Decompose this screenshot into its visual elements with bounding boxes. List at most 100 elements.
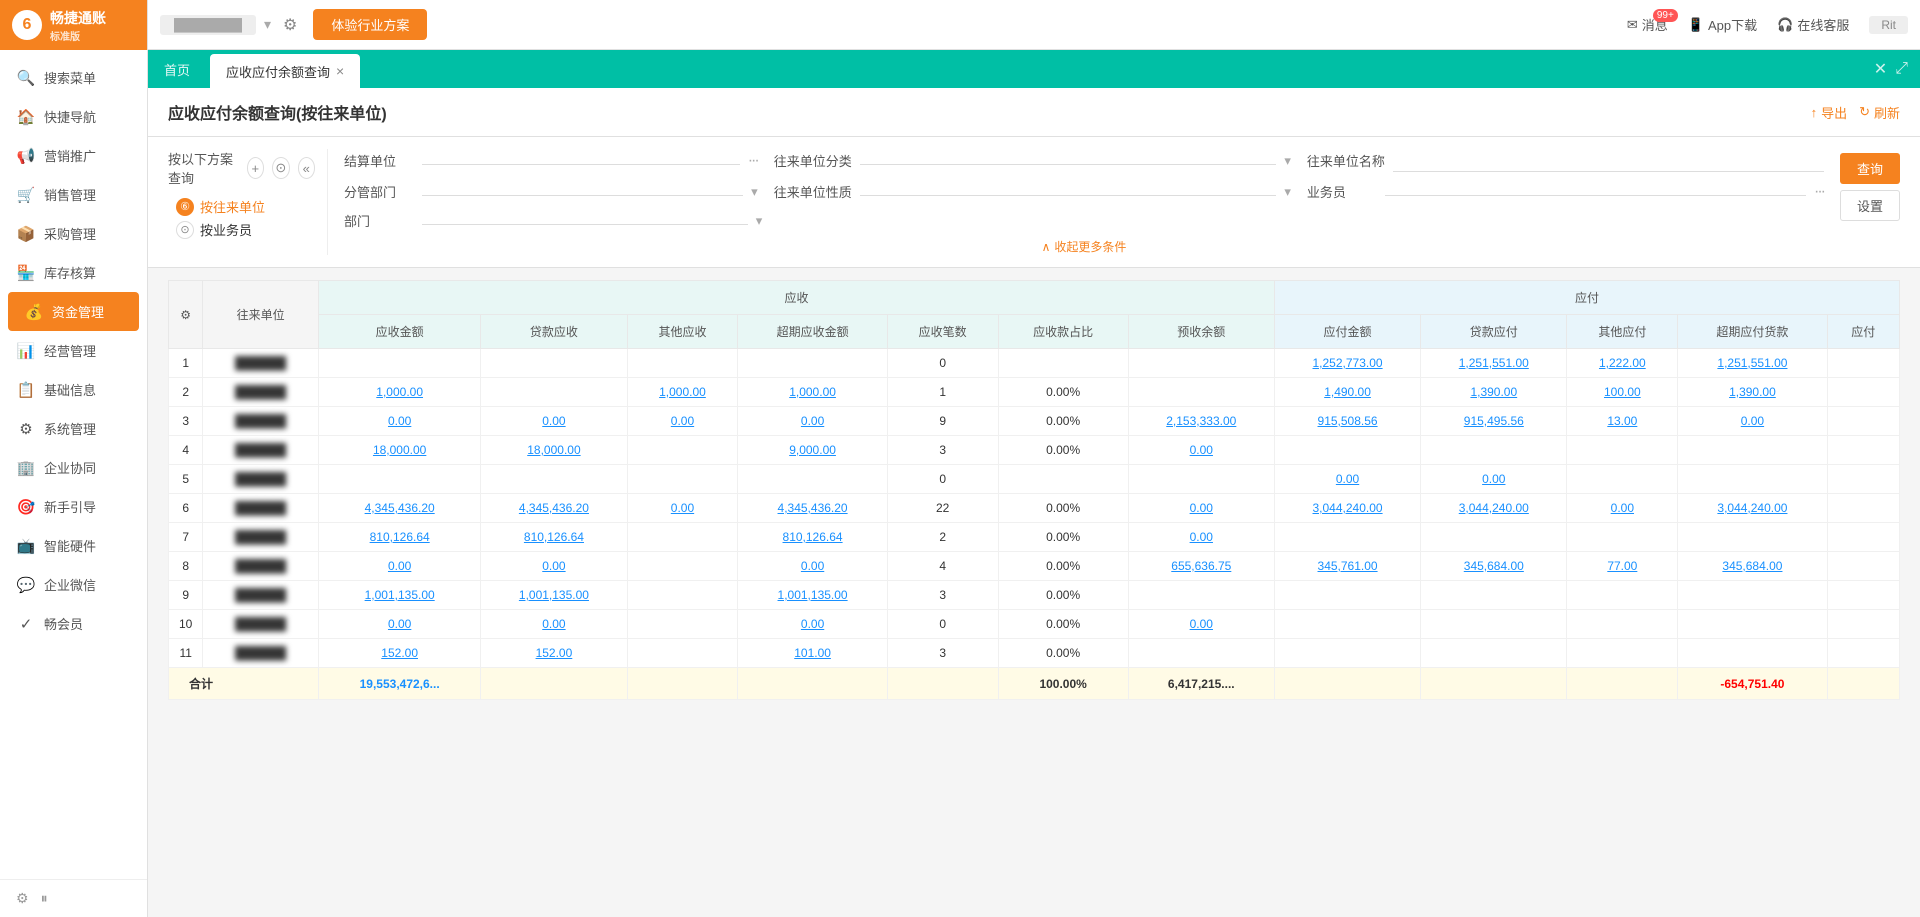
- row-ap-other[interactable]: 1,222.00: [1567, 349, 1678, 378]
- row-ar-amt[interactable]: 0.00: [319, 407, 481, 436]
- row-ap-amt[interactable]: 345,761.00: [1274, 552, 1420, 581]
- row-ap-amt[interactable]: 1,490.00: [1274, 378, 1420, 407]
- row-ap-overdue[interactable]: 345,684.00: [1678, 552, 1827, 581]
- unit-nature-arrow[interactable]: ▾: [1284, 184, 1291, 200]
- sidebar-item-quicknav[interactable]: 🏠 快捷导航: [0, 97, 147, 136]
- tab-home[interactable]: 首页: [148, 50, 206, 88]
- row-ar-amt[interactable]: 4,345,436.20: [319, 494, 481, 523]
- sidebar-item-sales[interactable]: 🛒 销售管理: [0, 175, 147, 214]
- row-ar-loan[interactable]: 0.00: [481, 552, 627, 581]
- row-ar-overdue[interactable]: 810,126.64: [738, 523, 887, 552]
- row-ap-loan[interactable]: 0.00: [1421, 465, 1567, 494]
- row-prepay[interactable]: 2,153,333.00: [1128, 407, 1274, 436]
- row-prepay[interactable]: 0.00: [1128, 523, 1274, 552]
- row-ap-overdue[interactable]: 1,390.00: [1678, 378, 1827, 407]
- sidebar-item-system[interactable]: ⚙ 系统管理: [0, 409, 147, 448]
- filter-mode-by-unit[interactable]: ⑥ 按往来单位: [176, 197, 315, 216]
- row-ap-other[interactable]: 0.00: [1567, 494, 1678, 523]
- row-ap-overdue[interactable]: 3,044,240.00: [1678, 494, 1827, 523]
- query-button[interactable]: 查询: [1840, 153, 1900, 184]
- sidebar-item-basic[interactable]: 📋 基础信息: [0, 370, 147, 409]
- row-ar-loan[interactable]: 0.00: [481, 407, 627, 436]
- row-ar-overdue[interactable]: 1,001,135.00: [738, 581, 887, 610]
- solution-button[interactable]: 体验行业方案: [313, 9, 427, 40]
- sidebar-item-search[interactable]: 🔍 搜索菜单: [0, 58, 147, 97]
- row-ap-loan[interactable]: 1,390.00: [1421, 378, 1567, 407]
- sidebar-settings-icon[interactable]: ⚙: [16, 890, 29, 907]
- unit-category-arrow[interactable]: ▾: [1284, 153, 1291, 169]
- row-ap-other[interactable]: 100.00: [1567, 378, 1678, 407]
- filter-add-button[interactable]: +: [247, 157, 265, 179]
- row-ar-amt[interactable]: 18,000.00: [319, 436, 481, 465]
- row-ap-amt[interactable]: 0.00: [1274, 465, 1420, 494]
- row-prepay[interactable]: 0.00: [1128, 494, 1274, 523]
- sidebar-item-wechat[interactable]: 💬 企业微信: [0, 565, 147, 604]
- sidebar-item-hardware[interactable]: 📺 智能硬件: [0, 526, 147, 565]
- total-ar-amt[interactable]: 19,553,472,6...: [319, 668, 481, 700]
- window-close-icon[interactable]: ✕: [1874, 59, 1887, 79]
- message-button[interactable]: ✉ 消息 99+: [1627, 15, 1668, 34]
- row-ap-other[interactable]: 77.00: [1567, 552, 1678, 581]
- row-ar-loan[interactable]: 4,345,436.20: [481, 494, 627, 523]
- window-maximize-icon[interactable]: ⤢: [1895, 60, 1908, 78]
- row-ap-amt[interactable]: 1,252,773.00: [1274, 349, 1420, 378]
- settlement-dots[interactable]: ···: [748, 152, 758, 170]
- refresh-button[interactable]: ↻ 刷新: [1859, 103, 1900, 122]
- sidebar-collapse-icon[interactable]: ⏸: [41, 890, 48, 907]
- row-ar-other[interactable]: 0.00: [627, 494, 738, 523]
- row-ap-loan[interactable]: 915,495.56: [1421, 407, 1567, 436]
- topbar-settings-icon[interactable]: ⚙: [283, 15, 297, 35]
- row-ar-amt[interactable]: 152.00: [319, 639, 481, 668]
- filter-mode-by-salesman[interactable]: ⊙ 按业务员: [176, 220, 315, 239]
- settings-button[interactable]: 设置: [1840, 190, 1900, 221]
- th-settings[interactable]: ⚙: [169, 281, 203, 349]
- company-dropdown-icon[interactable]: ▾: [264, 16, 271, 33]
- row-ar-loan[interactable]: 0.00: [481, 610, 627, 639]
- row-ar-overdue[interactable]: 9,000.00: [738, 436, 887, 465]
- sidebar-item-operation[interactable]: 📊 经营管理: [0, 331, 147, 370]
- row-prepay[interactable]: 0.00: [1128, 436, 1274, 465]
- row-prepay[interactable]: 0.00: [1128, 610, 1274, 639]
- filter-collapse-button[interactable]: «: [298, 157, 316, 179]
- row-ar-other[interactable]: 0.00: [627, 407, 738, 436]
- row-ap-loan[interactable]: 345,684.00: [1421, 552, 1567, 581]
- subdept-arrow[interactable]: ▾: [756, 213, 763, 229]
- row-ar-overdue[interactable]: 0.00: [738, 552, 887, 581]
- filter-settings-button[interactable]: ⊙: [272, 157, 290, 179]
- sidebar-item-guide[interactable]: 🎯 新手引导: [0, 487, 147, 526]
- row-ar-amt[interactable]: 0.00: [319, 610, 481, 639]
- row-ar-overdue[interactable]: 0.00: [738, 610, 887, 639]
- row-ar-overdue[interactable]: 1,000.00: [738, 378, 887, 407]
- sidebar-item-capital[interactable]: 💰 资金管理: [8, 292, 139, 331]
- row-ar-loan[interactable]: 18,000.00: [481, 436, 627, 465]
- tab-arbalance[interactable]: 应收应付余额查询 ×: [210, 54, 360, 88]
- user-display[interactable]: Rit: [1869, 16, 1908, 34]
- export-button[interactable]: ↑ 导出: [1811, 103, 1848, 122]
- row-ar-loan[interactable]: 152.00: [481, 639, 627, 668]
- app-download-button[interactable]: 📱 App下载: [1688, 15, 1757, 34]
- row-ap-overdue[interactable]: 0.00: [1678, 407, 1827, 436]
- row-ar-other[interactable]: 1,000.00: [627, 378, 738, 407]
- dept-arrow[interactable]: ▾: [751, 184, 758, 200]
- salesman-dots[interactable]: ···: [1814, 183, 1824, 201]
- row-ap-loan[interactable]: 1,251,551.00: [1421, 349, 1567, 378]
- sidebar-item-enterprise[interactable]: 🏢 企业协同: [0, 448, 147, 487]
- row-ar-loan[interactable]: 1,001,135.00: [481, 581, 627, 610]
- row-prepay[interactable]: 655,636.75: [1128, 552, 1274, 581]
- sidebar-item-purchase[interactable]: 📦 采购管理: [0, 214, 147, 253]
- row-ar-loan[interactable]: 810,126.64: [481, 523, 627, 552]
- row-ap-amt[interactable]: 3,044,240.00: [1274, 494, 1420, 523]
- sidebar-item-member[interactable]: ✓ 畅会员: [0, 604, 147, 643]
- row-ap-amt[interactable]: 915,508.56: [1274, 407, 1420, 436]
- row-ap-overdue[interactable]: 1,251,551.00: [1678, 349, 1827, 378]
- sidebar-item-marketing[interactable]: 📢 营销推广: [0, 136, 147, 175]
- row-ar-overdue[interactable]: 101.00: [738, 639, 887, 668]
- row-ar-amt[interactable]: 0.00: [319, 552, 481, 581]
- row-ar-amt[interactable]: 1,001,135.00: [319, 581, 481, 610]
- row-ar-overdue[interactable]: 4,345,436.20: [738, 494, 887, 523]
- unit-name-input[interactable]: [1393, 149, 1824, 172]
- row-ar-amt[interactable]: 1,000.00: [319, 378, 481, 407]
- row-ap-other[interactable]: 13.00: [1567, 407, 1678, 436]
- tab-close-icon[interactable]: ×: [336, 63, 344, 79]
- sidebar-item-inventory[interactable]: 🏪 库存核算: [0, 253, 147, 292]
